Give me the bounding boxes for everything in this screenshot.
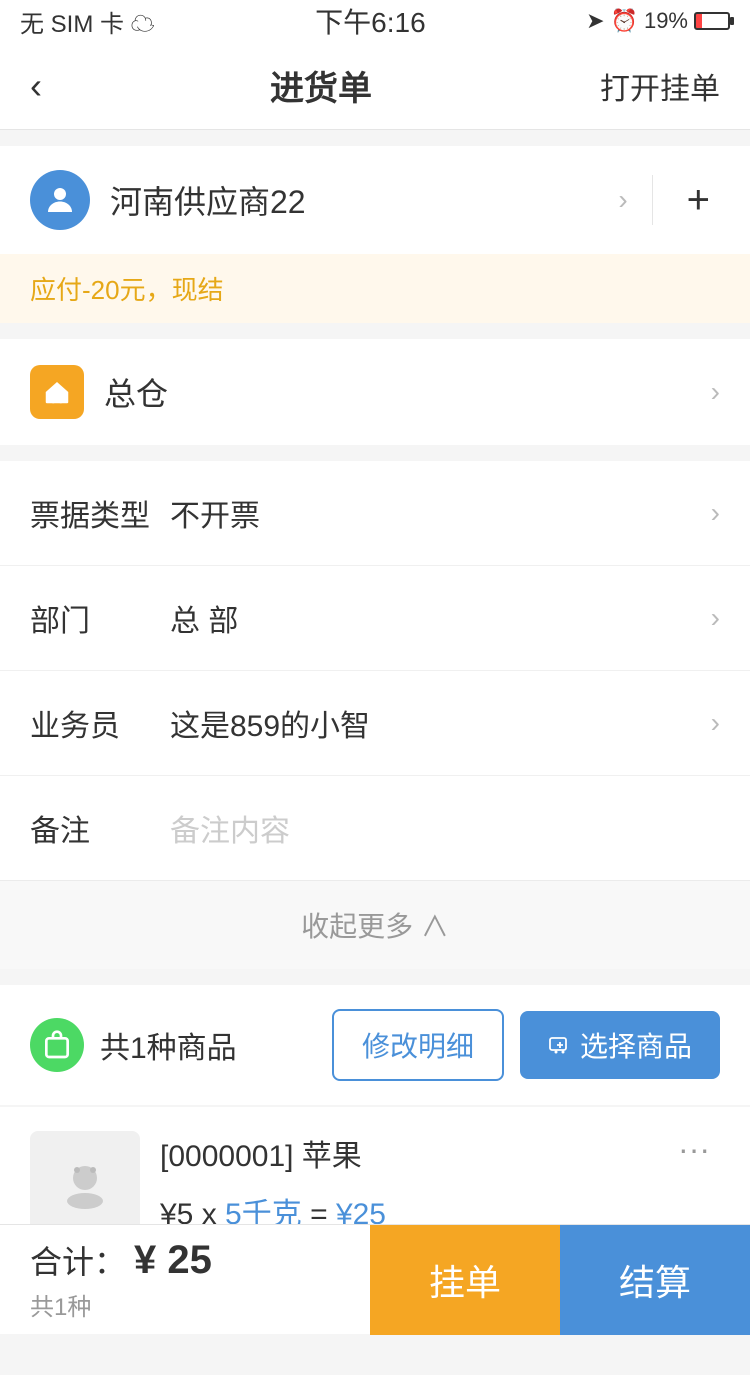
total-amount: ¥ 25 [134,1238,212,1283]
location-icon: ➤ [586,8,604,34]
invoice-type-label: 票据类型 [30,491,150,535]
product-placeholder-icon [55,1156,115,1216]
page-title: 进货单 [270,61,372,110]
network-status: 无 SIM 卡 ☁ [20,4,155,39]
chevron-right-icon: › [711,497,720,529]
footer: 合计： ¥ 25 共1种 挂单 结算 [0,1224,750,1334]
alarm-icon: ⏰ [611,8,638,34]
note-row[interactable]: 备注 备注内容 [0,776,750,880]
back-button[interactable]: ‹ [30,65,42,107]
select-product-button[interactable]: 选择商品 [520,1011,720,1079]
battery-icon [694,12,730,30]
status-right: ➤ ⏰ 19% [586,8,730,34]
cart-icon [548,1033,572,1057]
product-more-button[interactable]: ··· [668,1131,720,1168]
supplier-row[interactable]: 河南供应商22 › + [0,146,750,254]
status-bar: 无 SIM 卡 ☁ 下午6:16 ➤ ⏰ 19% [0,0,750,42]
chevron-right-icon: › [711,376,720,408]
supplier-name: 河南供应商22 [110,177,618,223]
chevron-right-icon: › [711,602,720,634]
hold-button[interactable]: 挂单 [370,1225,560,1335]
department-label: 部门 [30,596,150,640]
status-left: 无 SIM 卡 ☁ [20,4,155,39]
warehouse-row[interactable]: 总仓 › [0,339,750,445]
chevron-right-icon: › [618,184,627,216]
status-time: 下午6:16 [315,1,426,41]
shopping-bag-icon [41,1029,73,1061]
person-icon [42,182,78,218]
divider [652,175,653,225]
products-icon [30,1018,84,1072]
warehouse-icon [30,365,84,419]
select-product-label: 选择商品 [580,1025,692,1065]
department-value: 总 部 [150,596,711,640]
warehouse-section[interactable]: 总仓 › [0,339,750,445]
payment-notice: 应付-20元，现结 [0,254,750,323]
salesperson-label: 业务员 [30,701,150,745]
collapse-toggle[interactable]: 收起更多 ∧ [0,880,750,969]
total-sub: 共1种 [30,1287,340,1322]
chevron-right-icon: › [711,707,720,739]
salesperson-row[interactable]: 业务员 这是859的小智 › [0,671,750,776]
invoice-type-value: 不开票 [150,491,711,535]
form-section: 票据类型 不开票 › 部门 总 部 › 业务员 这是859的小智 › 备注 备注… [0,461,750,880]
note-label: 备注 [30,806,150,850]
house-icon [42,377,72,407]
salesperson-value: 这是859的小智 [150,701,711,745]
invoice-type-row[interactable]: 票据类型 不开票 › [0,461,750,566]
pay-button[interactable]: 结算 [560,1225,750,1335]
note-input[interactable]: 备注内容 [150,806,720,850]
open-hold-button[interactable]: 打开挂单 [600,64,720,108]
nav-bar: ‹ 进货单 打开挂单 [0,42,750,130]
product-name: [0000001] 苹果 [160,1131,668,1175]
department-row[interactable]: 部门 总 部 › [0,566,750,671]
product-info: [0000001] 苹果 ¥5 x 5千克 = ¥25 [160,1131,668,1233]
footer-total: 合计： ¥ 25 共1种 [0,1237,370,1322]
products-count: 共1种商品 [100,1023,316,1067]
warehouse-name: 总仓 [104,369,711,415]
products-header: 共1种商品 修改明细 选择商品 [0,985,750,1105]
edit-detail-button[interactable]: 修改明细 [332,1009,504,1081]
add-supplier-button[interactable]: + [677,178,720,223]
battery-level: 19% [644,8,688,34]
supplier-avatar [30,170,90,230]
supplier-section: 河南供应商22 › + 应付-20元，现结 [0,146,750,323]
total-label: 合计： [30,1237,126,1283]
total-amount-row: 合计： ¥ 25 [30,1237,340,1283]
